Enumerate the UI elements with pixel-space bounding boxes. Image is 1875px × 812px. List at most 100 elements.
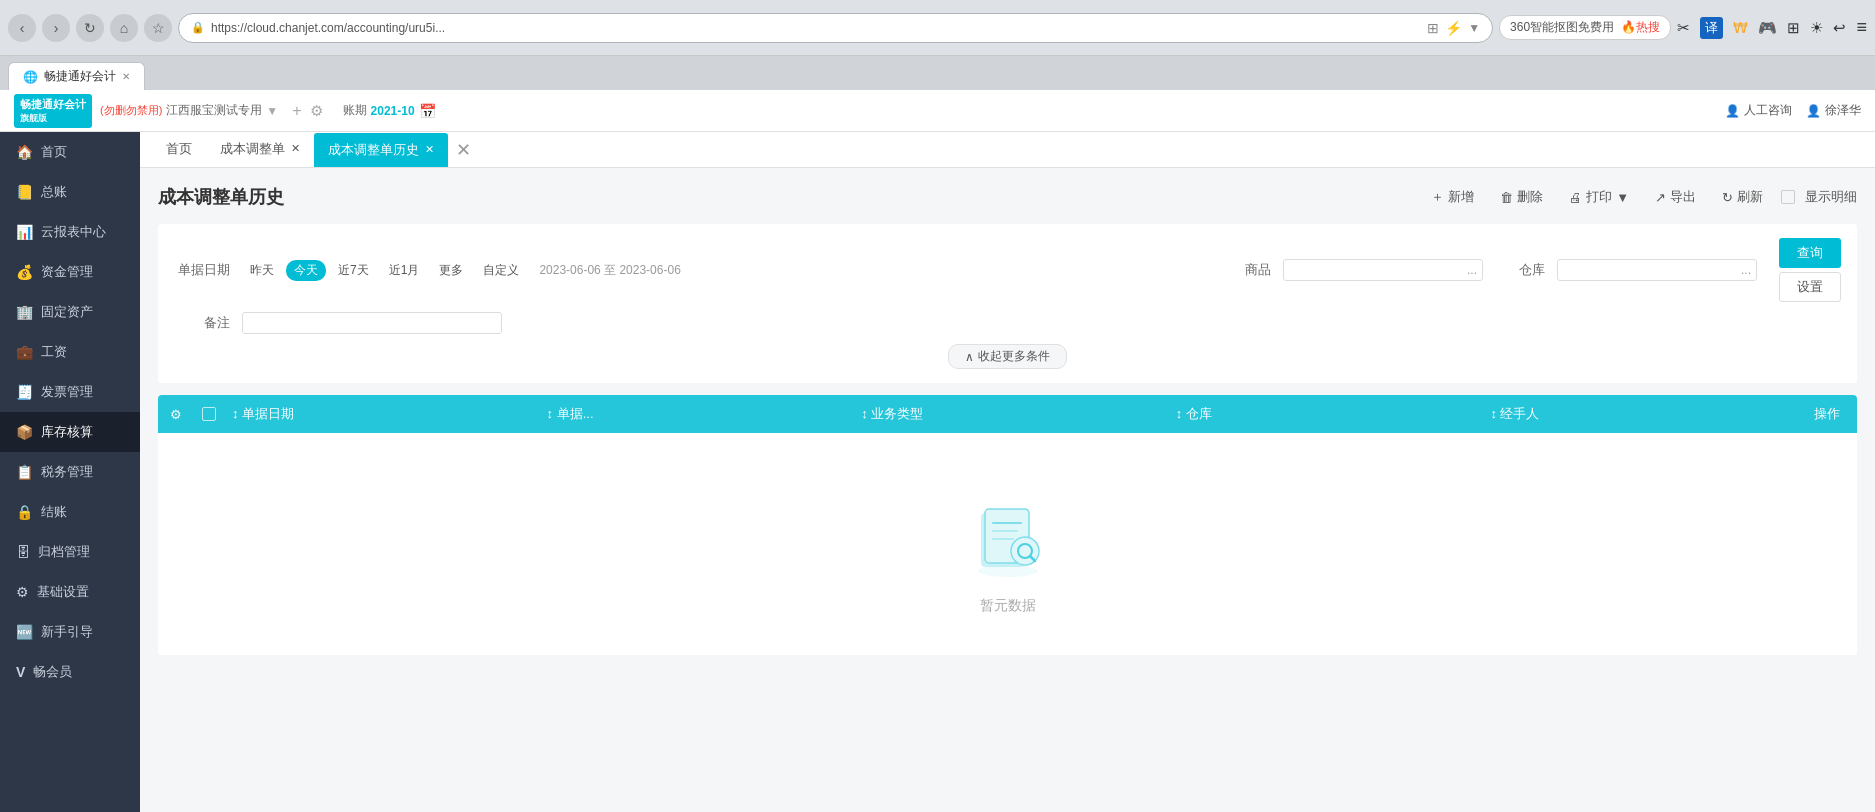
query-button[interactable]: 查询 (1779, 238, 1841, 268)
show-detail-checkbox[interactable] (1781, 190, 1795, 204)
company-selector[interactable]: (勿删勿禁用) 江西服宝测试专用 ▼ (100, 102, 278, 119)
app-body: 🏠 首页 📒 总账 📊 云报表中心 💰 资金管理 🏢 固定资产 💼 工资 (0, 132, 1875, 812)
th-actions: 操作 (1797, 405, 1857, 423)
user-name: 徐泽华 (1825, 102, 1861, 119)
warehouse-select[interactable] (1557, 259, 1757, 281)
service-label: 人工咨询 (1744, 102, 1792, 119)
tab-home[interactable]: 首页 (152, 132, 206, 168)
empty-text: 暂元数据 (980, 597, 1036, 615)
filter-area: 单据日期 昨天 今天 近7天 近1月 更多 自定义 2023-06-06 至 2… (158, 224, 1857, 383)
th-warehouse[interactable]: ↕ 仓库 (1168, 405, 1483, 423)
warning-text: (勿删勿禁用) (100, 103, 162, 118)
refresh-button[interactable]: ↻ 刷新 (1714, 184, 1771, 210)
sidebar-item-home[interactable]: 🏠 首页 (0, 132, 140, 172)
tab-close-icon[interactable]: ✕ (122, 71, 130, 82)
page-header: 成本调整单历史 ＋ 新增 🗑 删除 🖨 打印 ▼ (158, 184, 1857, 210)
sidebar-label-tax: 税务管理 (41, 463, 93, 481)
dropdown-icon[interactable]: ▼ (1468, 21, 1480, 35)
active-browser-tab[interactable]: 🌐 畅捷通好会计 ✕ (8, 62, 145, 90)
sun-icon[interactable]: ☀ (1810, 19, 1823, 37)
sidebar-item-invoice[interactable]: 🧾 发票管理 (0, 372, 140, 412)
tab-cost-adjust-history-close[interactable]: ✕ (425, 143, 434, 156)
th-number[interactable]: ↕ 单据... (539, 405, 854, 423)
refresh-button[interactable]: ↻ (76, 14, 104, 42)
th-gear-icon[interactable]: ⚙ (158, 407, 194, 422)
scissors-icon[interactable]: ✂ (1677, 19, 1690, 37)
th-handler-label: ↕ 经手人 (1490, 405, 1539, 423)
print-button[interactable]: 🖨 打印 ▼ (1561, 184, 1637, 210)
lock-icon: 🔒 (191, 21, 205, 34)
reports-icon: 📊 (16, 224, 33, 240)
grid-apps-icon[interactable]: ⊞ (1787, 19, 1800, 37)
tab-cost-adjust-close[interactable]: ✕ (291, 142, 300, 155)
sidebar-item-funds[interactable]: 💰 资金管理 (0, 252, 140, 292)
page-title: 成本调整单历史 (158, 185, 284, 209)
print-dropdown-icon[interactable]: ▼ (1616, 190, 1629, 205)
vip-icon: V (16, 664, 25, 680)
sidebar-item-fixed-assets[interactable]: 🏢 固定资产 (0, 292, 140, 332)
company-name: 江西服宝测试专用 (166, 102, 262, 119)
back-button[interactable]: ‹ (8, 14, 36, 42)
settings-icon[interactable]: ⚙ (310, 102, 323, 120)
tab-area-close-btn[interactable]: ✕ (456, 139, 471, 161)
sidebar-item-tax[interactable]: 📋 税务管理 (0, 452, 140, 492)
url-bar[interactable]: 🔒 https://cloud.chanjet.com/accounting/u… (178, 13, 1493, 43)
app-header: 畅捷通好会计 旗舰版 (勿删勿禁用) 江西服宝测试专用 ▼ + ⚙ 账期 202… (0, 90, 1875, 132)
print-icon: 🖨 (1569, 190, 1582, 205)
sidebar-item-salary[interactable]: 💼 工资 (0, 332, 140, 372)
period-label: 账期 (343, 102, 367, 119)
service-btn[interactable]: 👤 人工咨询 (1725, 102, 1792, 119)
date-btn-today[interactable]: 今天 (286, 260, 326, 281)
date-btn-custom[interactable]: 自定义 (475, 260, 527, 281)
tax-icon: 📋 (16, 464, 33, 480)
menu-icon[interactable]: ≡ (1856, 17, 1867, 38)
delete-button[interactable]: 🗑 删除 (1492, 184, 1551, 210)
sidebar-item-archive[interactable]: 🗄 归档管理 (0, 532, 140, 572)
sidebar-item-closing[interactable]: 🔒 结账 (0, 492, 140, 532)
page-actions: ＋ 新增 🗑 删除 🖨 打印 ▼ ↗ (1423, 184, 1857, 210)
warehouse-select-wrap[interactable] (1557, 259, 1757, 281)
settings-button[interactable]: 设置 (1779, 272, 1841, 302)
th-handler[interactable]: ↕ 经手人 (1482, 405, 1797, 423)
sidebar-item-vip[interactable]: V 畅会员 (0, 652, 140, 692)
search-label: 360智能抠图免费用 (1510, 20, 1614, 34)
refresh-icon: ↻ (1722, 190, 1733, 205)
star-button[interactable]: ☆ (144, 14, 172, 42)
tab-cost-adjust-history[interactable]: 成本调整单历史 ✕ (314, 133, 448, 167)
sidebar-item-inventory[interactable]: 📦 库存核算 (0, 412, 140, 452)
export-button[interactable]: ↗ 导出 (1647, 184, 1704, 210)
sidebar-item-reports[interactable]: 📊 云报表中心 (0, 212, 140, 252)
add-button[interactable]: ＋ 新增 (1423, 184, 1482, 210)
date-btn-yesterday[interactable]: 昨天 (242, 260, 282, 281)
page-content: 成本调整单历史 ＋ 新增 🗑 删除 🖨 打印 ▼ (140, 168, 1875, 812)
th-business-type-label: ↕ 业务类型 (861, 405, 923, 423)
product-select[interactable] (1283, 259, 1483, 281)
company-dropdown-icon[interactable]: ▼ (266, 104, 278, 118)
home-button[interactable]: ⌂ (110, 14, 138, 42)
filter-date-row: 单据日期 昨天 今天 近7天 近1月 更多 自定义 2023-06-06 至 2… (174, 238, 1841, 302)
product-select-wrap[interactable] (1283, 259, 1483, 281)
remark-input[interactable] (242, 312, 502, 334)
sidebar-item-basic-settings[interactable]: ⚙ 基础设置 (0, 572, 140, 612)
date-btn-1month[interactable]: 近1月 (381, 260, 428, 281)
th-checkbox[interactable] (194, 407, 224, 421)
tab-cost-adjust[interactable]: 成本调整单 ✕ (206, 132, 314, 168)
select-all-checkbox[interactable] (202, 407, 216, 421)
undo-icon[interactable]: ↩ (1833, 19, 1846, 37)
forward-button[interactable]: › (42, 14, 70, 42)
date-btn-7days[interactable]: 近7天 (330, 260, 377, 281)
search-bar[interactable]: 360智能抠图免费用 🔥热搜 (1499, 15, 1671, 40)
game-icon[interactable]: 🎮 (1758, 19, 1777, 37)
period-selector[interactable]: 账期 2021-10 📅 (343, 102, 436, 119)
wallet-icon[interactable]: ₩ (1733, 19, 1748, 37)
user-btn[interactable]: 👤 徐泽华 (1806, 102, 1861, 119)
sidebar-item-guide[interactable]: 🆕 新手引导 (0, 612, 140, 652)
date-btn-more[interactable]: 更多 (431, 260, 471, 281)
th-date[interactable]: ↕ 单据日期 (224, 405, 539, 423)
th-business-type[interactable]: ↕ 业务类型 (853, 405, 1168, 423)
collapse-button[interactable]: ∧ 收起更多条件 (948, 344, 1067, 369)
empty-state: 暂元数据 (158, 433, 1857, 655)
translate-icon[interactable]: 译 (1700, 17, 1723, 39)
sidebar-item-ledger[interactable]: 📒 总账 (0, 172, 140, 212)
add-icon[interactable]: + (292, 102, 301, 120)
